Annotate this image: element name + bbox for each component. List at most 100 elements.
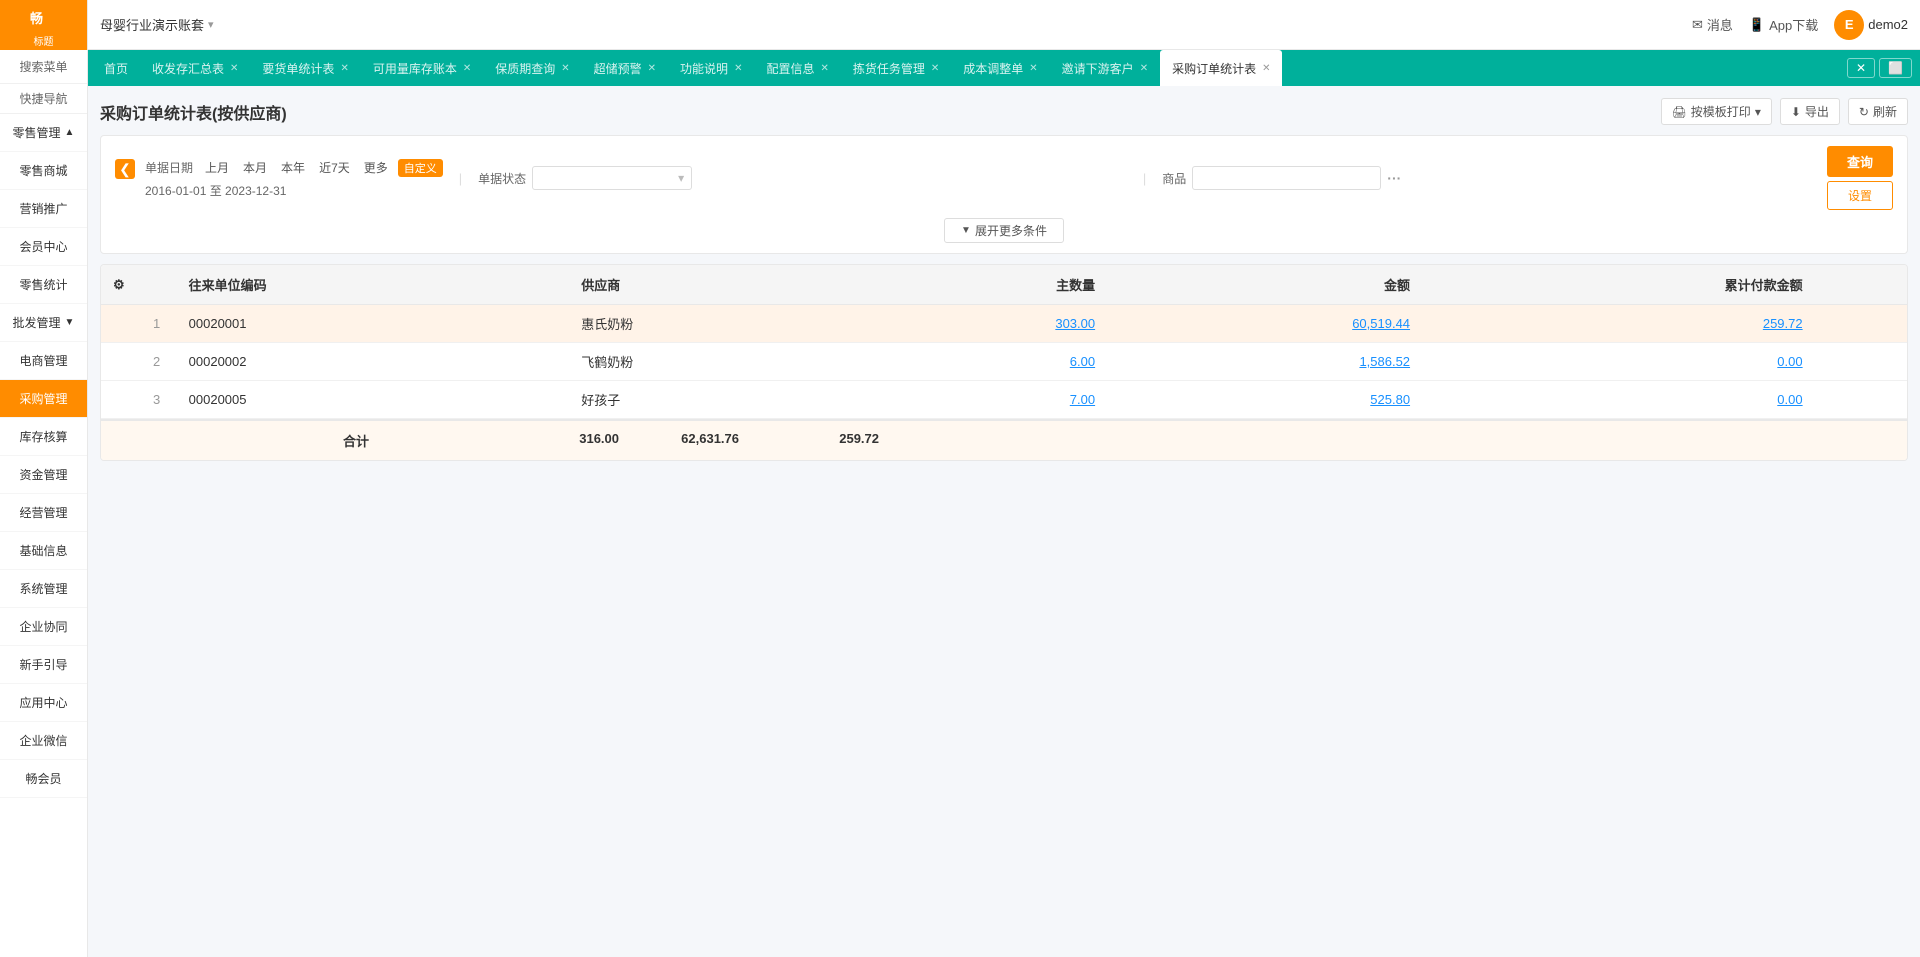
shortcut-this-year[interactable]: 本年 <box>277 157 309 178</box>
tab-receive-send-close[interactable]: ✕ <box>230 63 238 74</box>
tab-expiry-query-label: 保质期查询 <box>495 60 555 77</box>
app-download-btn[interactable]: 📱 App下载 <box>1749 15 1818 34</box>
status-select[interactable] <box>532 166 692 190</box>
footer-label: 合计 <box>331 421 531 460</box>
tab-config-label: 配置信息 <box>766 60 814 77</box>
goods-more-btn[interactable]: ··· <box>1387 170 1401 186</box>
tab-cost-adjust-close[interactable]: ✕ <box>1029 63 1037 74</box>
sidebar-item-newbie[interactable]: 新手引导 <box>0 646 87 684</box>
tab-purchase-summary-close[interactable]: ✕ <box>1262 63 1270 74</box>
tab-order-summary[interactable]: 要货单统计表 ✕ <box>250 50 360 86</box>
footer-settings-spacer <box>101 421 171 460</box>
table-row[interactable]: 1 00020001 惠氏奶粉 303.00 60,519.44 259.72 <box>101 305 1907 343</box>
td-supplier-code: 00020005 <box>177 381 570 419</box>
table-row[interactable]: 2 00020002 飞鹤奶粉 6.00 1,586.52 0.00 <box>101 343 1907 381</box>
tab-pick-task-close[interactable]: ✕ <box>931 63 939 74</box>
td-quantity: 6.00 <box>862 343 1107 381</box>
filter-collapse-btn[interactable]: ❮ <box>115 159 135 179</box>
nav-tabs-expand[interactable]: ⬜ <box>1879 58 1912 78</box>
footer-quantity: 316.00 <box>531 421 631 460</box>
sidebar-item-marketing[interactable]: 营销推广 <box>0 190 87 228</box>
sidebar-item-basic[interactable]: 基础信息 <box>0 532 87 570</box>
td-settings <box>101 381 137 419</box>
tab-pick-task[interactable]: 拣货任务管理 ✕ <box>841 50 951 86</box>
date-custom-badge[interactable]: 自定义 <box>398 159 443 177</box>
th-settings[interactable]: ⚙ <box>101 265 137 305</box>
tab-home[interactable]: 首页 <box>92 50 140 86</box>
sidebar-item-retail-mall[interactable]: 零售商城 <box>0 152 87 190</box>
sidebar-item-system[interactable]: 系统管理 <box>0 570 87 608</box>
date-shortcuts: 上月 本月 本年 近7天 更多 自定义 <box>201 157 443 178</box>
user-profile[interactable]: E demo2 <box>1834 10 1908 40</box>
shortcut-7days[interactable]: 近7天 <box>315 157 354 178</box>
refresh-button[interactable]: ↻ 刷新 <box>1848 98 1908 125</box>
tab-cost-adjust[interactable]: 成本调整单 ✕ <box>951 50 1049 86</box>
td-supplier-name: 飞鹤奶粉 <box>569 343 862 381</box>
sidebar-item-app-center[interactable]: 应用中心 <box>0 684 87 722</box>
tab-available-stock[interactable]: 可用量库存账本 ✕ <box>361 50 483 86</box>
page-title: 采购订单统计表(按供应商) <box>100 100 287 124</box>
message-icon: ✉ <box>1692 17 1703 33</box>
tab-invite-close[interactable]: ✕ <box>1140 63 1148 74</box>
tab-expiry-query-close[interactable]: ✕ <box>561 63 569 74</box>
table-row[interactable]: 3 00020005 好孩子 7.00 525.80 0.00 <box>101 381 1907 419</box>
td-quantity: 7.00 <box>862 381 1107 419</box>
filter-row-main: ❮ 单据日期 上月 本月 本年 近7天 更多 自定义 <box>115 146 1893 210</box>
tab-feature-desc-close[interactable]: ✕ <box>734 63 742 74</box>
nav-tabs-close-all[interactable]: ✕ <box>1847 58 1875 78</box>
sidebar-item-operation[interactable]: 经营管理 <box>0 494 87 532</box>
top-bar: 母婴行业演示账套 ▾ ✉ 消息 📱 App下载 E demo2 <box>88 0 1920 50</box>
filter-actions: 查询 设置 <box>1827 146 1893 210</box>
tab-available-stock-close[interactable]: ✕ <box>463 63 471 74</box>
shortcut-last-month[interactable]: 上月 <box>201 157 233 178</box>
sidebar-quicknav-label: 快捷导航 <box>19 92 67 106</box>
shortcut-more[interactable]: 更多 <box>360 157 392 178</box>
shortcut-this-month[interactable]: 本月 <box>239 157 271 178</box>
sidebar-item-member[interactable]: 会员中心 <box>0 228 87 266</box>
tab-purchase-summary-label: 采购订单统计表 <box>1172 60 1256 77</box>
tab-invite-downstream[interactable]: 邀请下游客户 ✕ <box>1050 50 1160 86</box>
sidebar-item-finance[interactable]: 资金管理 <box>0 456 87 494</box>
sidebar-logo[interactable]: 畅 标题 <box>0 0 87 50</box>
tab-order-summary-close[interactable]: ✕ <box>340 63 348 74</box>
date-range: 2016-01-01 至 2023-12-31 <box>145 182 286 199</box>
settings-button[interactable]: 设置 <box>1827 181 1893 210</box>
goods-input[interactable] <box>1192 166 1381 190</box>
tab-config-info[interactable]: 配置信息 ✕ <box>754 50 840 86</box>
sidebar-item-retail-stats[interactable]: 零售统计 <box>0 266 87 304</box>
th-quantity: 主数量 <box>862 265 1107 305</box>
sidebar-item-search[interactable]: 搜索菜单 <box>0 50 87 84</box>
tab-expiry-query[interactable]: 保质期查询 ✕ <box>483 50 581 86</box>
expand-btn[interactable]: ▼ 展开更多条件 <box>944 218 1064 243</box>
td-num: 1 <box>137 305 177 343</box>
username: demo2 <box>1868 17 1908 32</box>
tab-overstock-close[interactable]: ✕ <box>648 63 656 74</box>
sidebar-item-ecommerce[interactable]: 电商管理 <box>0 342 87 380</box>
sidebar-item-purchase[interactable]: 采购管理 <box>0 380 87 418</box>
tab-receive-send[interactable]: 收发存汇总表 ✕ <box>140 50 250 86</box>
message-btn[interactable]: ✉ 消息 <box>1692 15 1733 34</box>
sidebar-item-enterprise[interactable]: 企业协同 <box>0 608 87 646</box>
tab-config-close[interactable]: ✕ <box>820 63 828 74</box>
tab-receive-send-label: 收发存汇总表 <box>152 60 224 77</box>
print-button[interactable]: 🖨 按模板打印 ▾ <box>1661 98 1772 125</box>
td-supplier-code: 00020002 <box>177 343 570 381</box>
sidebar-retail-label: 零售管理 <box>13 124 61 141</box>
filter-status-wrap: 单据状态 ▾ <box>478 166 1127 190</box>
logo-icon: 畅 <box>26 3 62 31</box>
sidebar-item-enterprise-wechat[interactable]: 企业微信 <box>0 722 87 760</box>
tab-purchase-summary[interactable]: 采购订单统计表 ✕ <box>1160 50 1282 86</box>
query-button[interactable]: 查询 <box>1827 146 1893 177</box>
sidebar-item-quick-nav[interactable]: 快捷导航 <box>0 84 87 114</box>
sidebar-item-inventory[interactable]: 库存核算 <box>0 418 87 456</box>
td-extra <box>1815 305 1907 343</box>
sidebar-item-wholesale[interactable]: 批发管理 ▼ <box>0 304 87 342</box>
tab-overstock-warning[interactable]: 超储预警 ✕ <box>582 50 668 86</box>
export-button[interactable]: ⬇ 导出 <box>1780 98 1840 125</box>
logo-label: 标题 <box>34 33 54 48</box>
workspace-selector[interactable]: 母婴行业演示账套 ▾ <box>100 15 214 34</box>
filter-goods-wrap: 商品 ··· <box>1162 166 1811 190</box>
sidebar-item-retail[interactable]: 零售管理 ▲ <box>0 114 87 152</box>
sidebar-item-member2[interactable]: 畅会员 <box>0 760 87 798</box>
tab-feature-desc[interactable]: 功能说明 ✕ <box>668 50 754 86</box>
